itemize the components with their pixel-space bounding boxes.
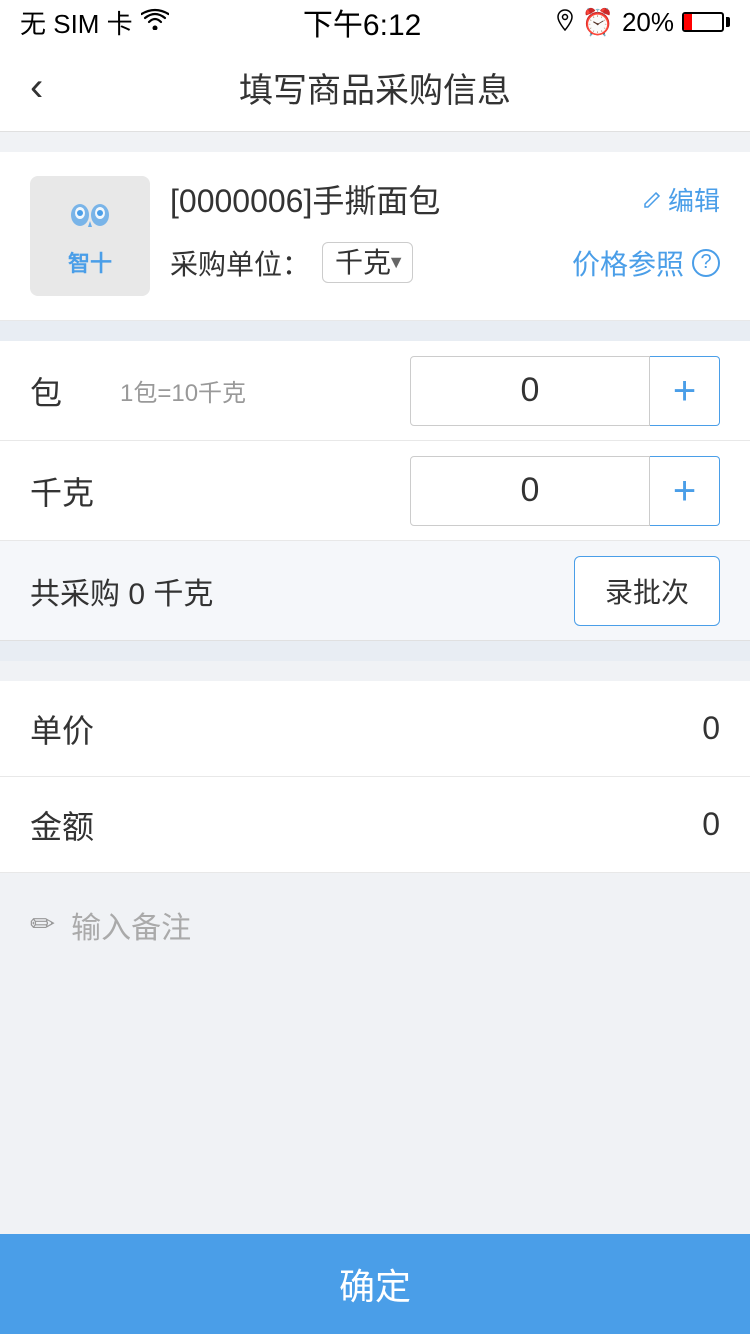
- product-logo-icon: [65, 195, 115, 242]
- status-bar: 无 SIM 卡 下午6:12 ⏰ 20%: [0, 0, 750, 44]
- total-label: 共采购 0 千克: [30, 569, 213, 613]
- price-section: 单价 0 金额 0: [0, 681, 750, 873]
- unit-select[interactable]: 千克: [322, 242, 413, 283]
- product-image: 智十: [30, 176, 150, 296]
- kg-input-right: +: [410, 456, 720, 526]
- bag-input-row: 包 1包=10千克 +: [0, 341, 750, 441]
- product-name-row: [0000006]手撕面包 编辑: [170, 176, 720, 222]
- unit-price-label: 单价: [30, 706, 94, 752]
- bag-plus-button[interactable]: +: [650, 356, 720, 426]
- price-ref-help-icon: ?: [692, 249, 720, 277]
- record-batch-button[interactable]: 录批次: [574, 556, 720, 626]
- main-content: 智十 [0000006]手撕面包 编辑 采购单位： 千克: [0, 152, 750, 1113]
- kg-quantity-input[interactable]: [410, 456, 650, 526]
- bag-label: 包: [30, 368, 110, 414]
- bag-quantity-input[interactable]: [410, 356, 650, 426]
- unit-select-wrapper[interactable]: 千克: [322, 242, 413, 283]
- alarm-icon: ⏰: [582, 7, 614, 38]
- kg-label: 千克: [30, 468, 110, 514]
- unit-row: 采购单位： 千克 价格参照 ?: [170, 242, 720, 283]
- product-logo-text: 智十: [68, 246, 112, 278]
- status-right: ⏰ 20%: [556, 7, 730, 38]
- battery-label: 20%: [622, 7, 674, 38]
- back-button[interactable]: ‹: [30, 65, 43, 110]
- divider-2: [0, 641, 750, 661]
- status-time: 下午6:12: [303, 0, 421, 44]
- product-name: [0000006]手撕面包: [170, 176, 440, 222]
- unit-price-value: 0: [702, 710, 720, 747]
- amount-row: 金额 0: [0, 777, 750, 873]
- page-title: 填写商品采购信息: [239, 63, 511, 112]
- amount-value: 0: [702, 806, 720, 843]
- no-sim-label: 无 SIM 卡: [20, 4, 133, 41]
- kg-plus-button[interactable]: +: [650, 456, 720, 526]
- total-row: 共采购 0 千克 录批次: [0, 541, 750, 641]
- product-info: [0000006]手撕面包 编辑 采购单位： 千克: [170, 176, 720, 283]
- wifi-icon: [141, 8, 169, 37]
- remarks-section[interactable]: ✏ 输入备注: [0, 873, 750, 993]
- amount-label: 金额: [30, 802, 94, 848]
- pencil-icon: ✏: [30, 907, 55, 942]
- battery-indicator: [682, 12, 730, 32]
- bag-sub-label: 1包=10千克: [120, 373, 410, 408]
- edit-button[interactable]: 编辑: [642, 181, 720, 218]
- status-left: 无 SIM 卡: [20, 4, 169, 41]
- product-card: 智十 [0000006]手撕面包 编辑 采购单位： 千克: [0, 152, 750, 321]
- remarks-placeholder: 输入备注: [71, 903, 191, 947]
- unit-label: 采购单位：: [170, 243, 310, 283]
- nav-bar: ‹ 填写商品采购信息: [0, 44, 750, 132]
- divider-1: [0, 321, 750, 341]
- unit-price-row: 单价 0: [0, 681, 750, 777]
- input-section: 包 1包=10千克 + 千克 +: [0, 341, 750, 541]
- location-icon: [556, 7, 574, 38]
- kg-input-row: 千克 +: [0, 441, 750, 541]
- bag-input-right: +: [410, 356, 720, 426]
- confirm-button[interactable]: 确定: [0, 1234, 750, 1334]
- price-ref-button[interactable]: 价格参照 ?: [572, 243, 720, 283]
